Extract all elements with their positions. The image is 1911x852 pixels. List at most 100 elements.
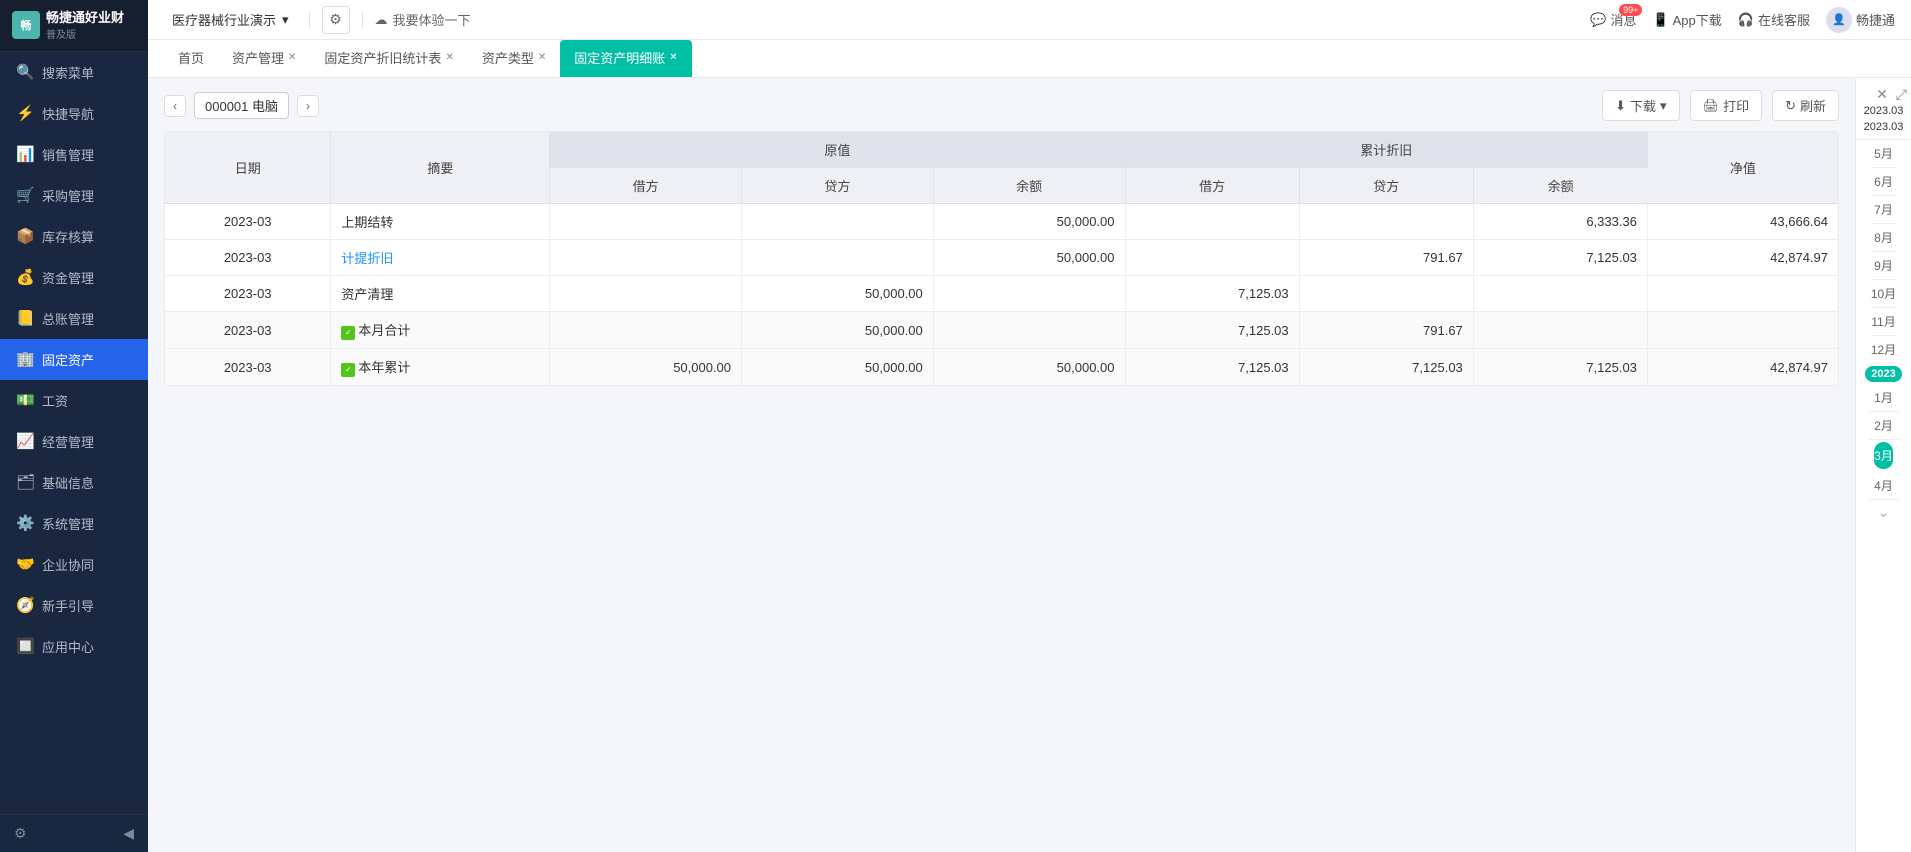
search-icon: 🔍 bbox=[16, 63, 34, 81]
timeline-month-1月[interactable]: 1月 bbox=[1868, 384, 1899, 412]
sidebar-item-fixed_assets[interactable]: 🏢固定资产 bbox=[0, 339, 148, 380]
timeline-month-3月[interactable]: 3月 bbox=[1874, 442, 1893, 470]
cell-summary: 上期结转 bbox=[331, 204, 550, 240]
cell-ad-credit: 791.67 bbox=[1299, 312, 1473, 349]
subtotal-icon: ✓ bbox=[341, 363, 355, 377]
sidebar-footer: ⚙ ◀ bbox=[0, 814, 148, 852]
sidebar-nav: 🔍搜索菜单⚡快捷导航📊销售管理🛒采购管理📦库存核算💰资金管理📒总账管理🏢固定资产… bbox=[0, 52, 148, 814]
sidebar-item-apps[interactable]: 🔲应用中心 bbox=[0, 626, 148, 667]
avatar: 👤 bbox=[1826, 7, 1852, 33]
tab-asset_mgmt[interactable]: 资产管理 ✕ bbox=[218, 40, 310, 77]
tab-asset_detail[interactable]: 固定资产明细账 ✕ bbox=[560, 40, 691, 77]
th-ad-debit: 借方 bbox=[1125, 168, 1299, 204]
collapse-icon[interactable]: ◀ bbox=[123, 825, 134, 842]
sidebar-item-search[interactable]: 🔍搜索菜单 bbox=[0, 52, 148, 93]
th-summary: 摘要 bbox=[331, 132, 550, 204]
timeline-month-9月[interactable]: 9月 bbox=[1871, 252, 1896, 280]
tab-label-asset_detail: 固定资产明细账 bbox=[574, 48, 665, 67]
sales-icon: 📊 bbox=[16, 145, 34, 163]
tab-close-asset_type[interactable]: ✕ bbox=[538, 52, 546, 63]
timeline-months-after: 1月2月3月4月 bbox=[1868, 384, 1899, 500]
asset-code-tag: 000001 电脑 bbox=[194, 92, 289, 119]
timeline-close-button[interactable]: ✕ bbox=[1876, 86, 1888, 103]
timeline-month-8月[interactable]: 8月 bbox=[1871, 224, 1896, 252]
cell-net-value bbox=[1647, 276, 1838, 312]
next-asset-button[interactable]: › bbox=[297, 95, 319, 117]
sidebar-item-salary[interactable]: 💵 工资 bbox=[0, 380, 148, 421]
content-main: ‹ 000001 电脑 › ⬇ 下载 ▾ 🖨 打印 ↻ bbox=[148, 78, 1855, 852]
timeline-month-4月[interactable]: 4月 bbox=[1868, 472, 1899, 500]
cell-date: 2023-03 bbox=[165, 204, 331, 240]
sidebar-item-system[interactable]: ⚙️系统管理 bbox=[0, 503, 148, 544]
timeline-year-top: 2023.03 bbox=[1864, 103, 1904, 119]
app-logo-text: 畅捷通好业财 普及版 bbox=[46, 10, 124, 41]
cell-ad-balance bbox=[1473, 312, 1647, 349]
finance-icon: 💰 bbox=[16, 268, 34, 286]
timeline-month-2月[interactable]: 2月 bbox=[1868, 412, 1899, 440]
download-button[interactable]: ⬇ 下载 ▾ bbox=[1602, 90, 1679, 121]
sidebar-item-sales[interactable]: 📊销售管理 bbox=[0, 134, 148, 175]
timeline-month-7月[interactable]: 7月 bbox=[1871, 196, 1896, 224]
asset-detail-table: 日期 摘要 原值 累计折旧 净值 借方 贷方 余额 借方 贷方 余额 bbox=[164, 131, 1839, 386]
sidebar-item-ops[interactable]: 📈经营管理 bbox=[0, 421, 148, 462]
app-download-button[interactable]: 📱 App下载 bbox=[1652, 10, 1721, 29]
sidebar-item-basic[interactable]: 🗂基础信息 bbox=[0, 462, 148, 503]
tab-label-asset_mgmt: 资产管理 bbox=[232, 48, 284, 67]
cell-ad-credit: 791.67 bbox=[1299, 240, 1473, 276]
tab-close-asset_detail[interactable]: ✕ bbox=[669, 52, 677, 63]
sidebar-item-ledger[interactable]: 📒总账管理 bbox=[0, 298, 148, 339]
cell-summary: 资产清理 bbox=[331, 276, 550, 312]
print-label: 打印 bbox=[1723, 96, 1749, 115]
cell-summary: ✓本月合计 bbox=[331, 312, 550, 349]
timeline-month-12月[interactable]: 12月 bbox=[1871, 336, 1896, 364]
cell-ov-credit: 50,000.00 bbox=[742, 276, 934, 312]
timeline-scroll-down-icon[interactable]: ⌄ bbox=[1874, 500, 1894, 525]
salary-icon: 💵 bbox=[16, 391, 34, 409]
print-button[interactable]: 🖨 打印 bbox=[1690, 90, 1763, 121]
tab-asset_type[interactable]: 资产类型 ✕ bbox=[468, 40, 560, 77]
settings-icon[interactable]: ⚙ bbox=[14, 825, 27, 842]
th-ad-credit: 贷方 bbox=[1299, 168, 1473, 204]
sidebar-item-collab[interactable]: 🤝企业协同 bbox=[0, 544, 148, 585]
timeline-month-10月[interactable]: 10月 bbox=[1871, 280, 1896, 308]
sidebar-item-purchase[interactable]: 🛒采购管理 bbox=[0, 175, 148, 216]
sidebar-item-inventory[interactable]: 📦库存核算 bbox=[0, 216, 148, 257]
support-button[interactable]: 🎧 在线客服 bbox=[1738, 10, 1810, 29]
timeline-month-11月[interactable]: 11月 bbox=[1871, 308, 1896, 336]
cell-ov-credit bbox=[742, 204, 934, 240]
experience-button[interactable]: ☁ 我要体验一下 bbox=[375, 10, 471, 29]
topbar: 医疗器械行业演示 ▾ ⚙ ☁ 我要体验一下 💬 消息 99+ 📱 App下载 🎧… bbox=[148, 0, 1911, 40]
fixed_assets-icon: 🏢 bbox=[16, 350, 34, 368]
company-name: 医疗器械行业演示 bbox=[172, 10, 276, 29]
cell-net-value: 42,874.97 bbox=[1647, 240, 1838, 276]
timeline-month-6月[interactable]: 6月 bbox=[1871, 168, 1896, 196]
tabs-bar: 首页资产管理✕固定资产折旧统计表✕资产类型✕固定资产明细账✕ bbox=[148, 40, 1911, 78]
timeline-month-5月[interactable]: 5月 bbox=[1871, 140, 1896, 168]
sidebar-item-quicknav[interactable]: ⚡快捷导航 bbox=[0, 93, 148, 134]
sidebar-label-salary: 工资 bbox=[42, 391, 68, 410]
cell-date: 2023-03 bbox=[165, 312, 331, 349]
apps-icon: 🔲 bbox=[16, 637, 34, 655]
prev-asset-button[interactable]: ‹ bbox=[164, 95, 186, 117]
tab-label-home: 首页 bbox=[178, 48, 204, 67]
tab-label-asset_type: 资产类型 bbox=[482, 48, 534, 67]
sidebar-item-finance[interactable]: 💰资金管理 bbox=[0, 257, 148, 298]
depreciation-link[interactable]: 计提折旧 bbox=[341, 251, 393, 266]
timeline-expand-button[interactable]: ⤢ bbox=[1896, 86, 1907, 103]
sidebar-item-guide[interactable]: 🧭新手引导 bbox=[0, 585, 148, 626]
tab-close-asset_mgmt[interactable]: ✕ bbox=[288, 52, 296, 63]
sidebar-label-collab: 企业协同 bbox=[42, 555, 94, 574]
th-ov-debit: 借方 bbox=[550, 168, 742, 204]
sidebar-label-system: 系统管理 bbox=[42, 514, 94, 533]
refresh-button[interactable]: ↻ 刷新 bbox=[1772, 90, 1839, 121]
app-subtitle: 普及版 bbox=[46, 26, 124, 41]
tab-close-depreciation_stats[interactable]: ✕ bbox=[445, 52, 453, 63]
messages-button[interactable]: 💬 消息 99+ bbox=[1590, 10, 1636, 29]
company-selector[interactable]: 医疗器械行业演示 ▾ bbox=[164, 6, 297, 33]
tab-depreciation_stats[interactable]: 固定资产折旧统计表✕ bbox=[310, 40, 467, 77]
user-button[interactable]: 👤 畅捷通 bbox=[1826, 7, 1895, 33]
tab-home[interactable]: 首页 bbox=[164, 40, 218, 77]
table-row: 2023-03 计提折旧 50,000.00 791.67 7,125.03 4… bbox=[165, 240, 1838, 276]
company-settings-button[interactable]: ⚙ bbox=[322, 6, 350, 34]
cell-ov-balance: 50,000.00 bbox=[933, 240, 1125, 276]
